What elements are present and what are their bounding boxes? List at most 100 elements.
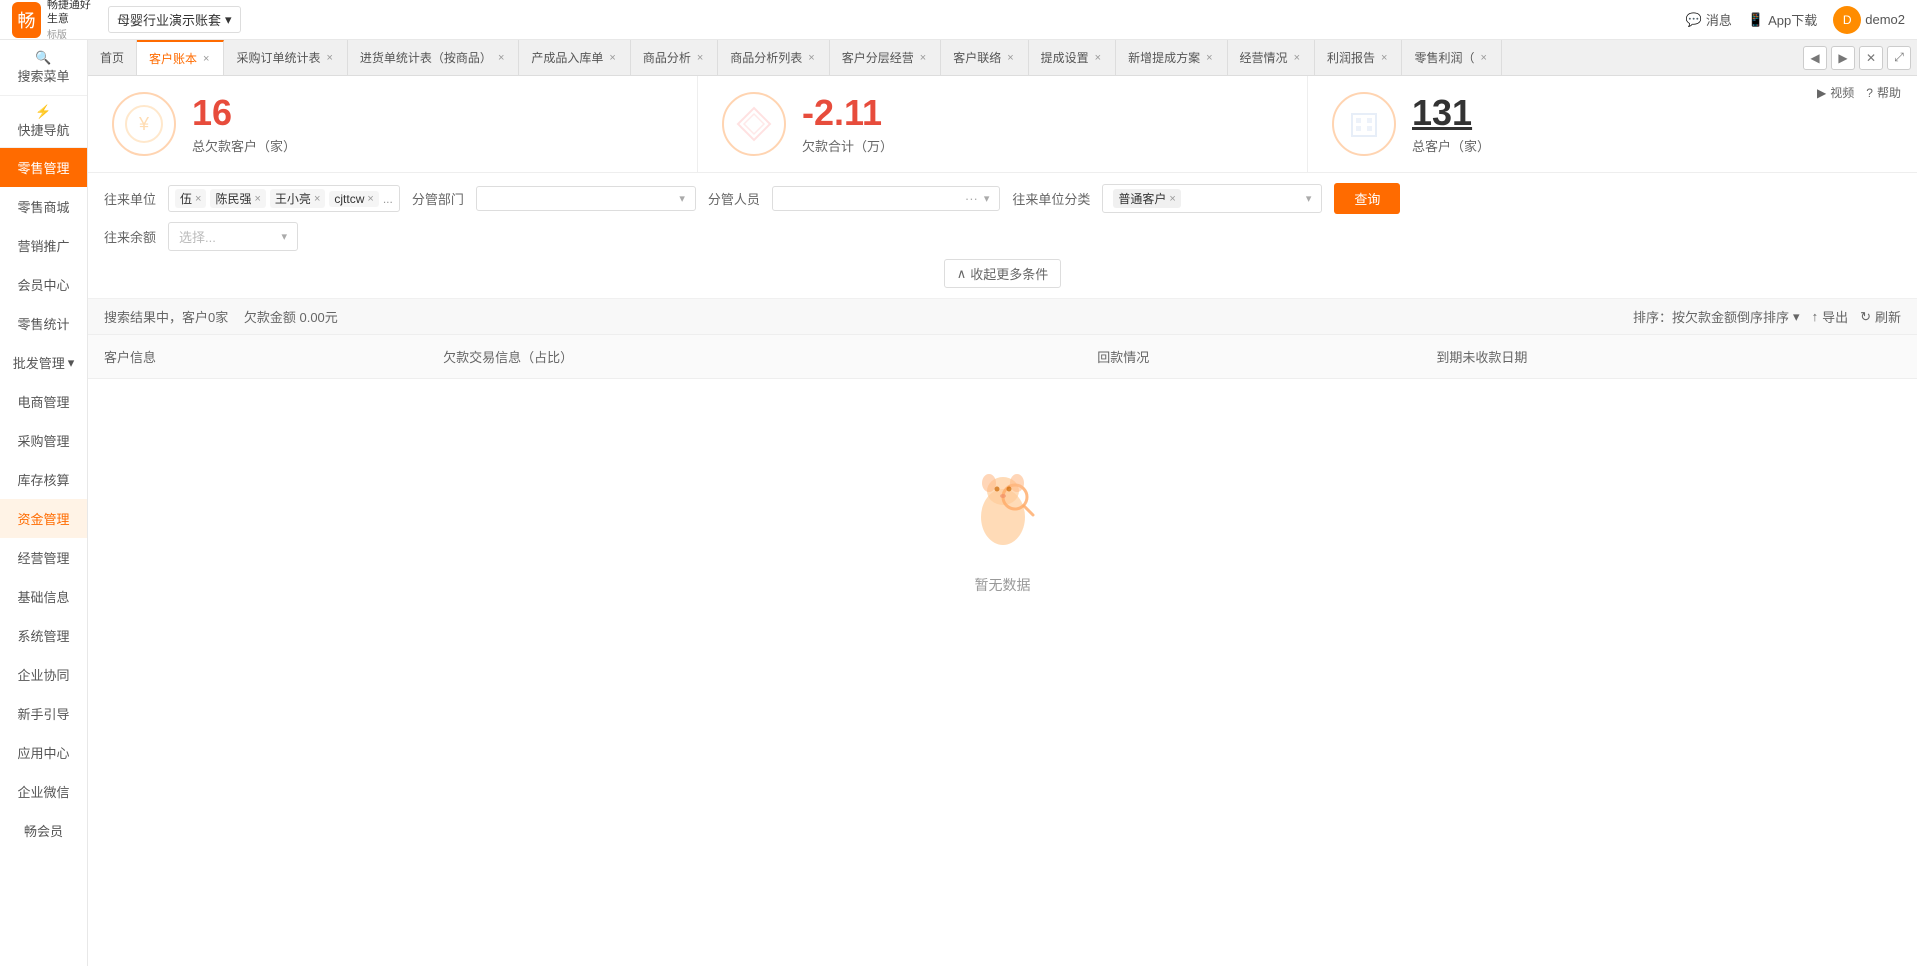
sidebar-item-ecommerce[interactable]: 电商管理 bbox=[0, 382, 87, 421]
filter-tag-normal-close[interactable]: × bbox=[1169, 193, 1175, 205]
sidebar-item-wholesale-mgmt[interactable]: 批发管理 ▾ bbox=[0, 343, 87, 382]
person-input[interactable] bbox=[783, 191, 959, 206]
sidebar-item-search-menu[interactable]: 🔍 搜索菜单 bbox=[0, 40, 87, 96]
tab-promo-settings[interactable]: 提成设置 × bbox=[1029, 40, 1116, 76]
tab-cost-entry[interactable]: 产成品入库单 × bbox=[519, 40, 630, 76]
tab-product-analysis-list-close[interactable]: × bbox=[806, 51, 816, 65]
tab-customer-contact-close[interactable]: × bbox=[1005, 51, 1015, 65]
sidebar-item-inventory[interactable]: 库存核算 bbox=[0, 460, 87, 499]
content-area: 首页 客户账本 × 采购订单统计表 × 进货单统计表（按商品） × 产成品入库单… bbox=[88, 40, 1917, 966]
tab-customer-contact[interactable]: 客户联络 × bbox=[941, 40, 1028, 76]
sidebar-item-enterprise-collab[interactable]: 企业协同 bbox=[0, 655, 87, 694]
filter-tag-chen[interactable]: 陈民强 × bbox=[210, 189, 265, 208]
tab-close-all-btn[interactable]: ✕ bbox=[1859, 46, 1883, 70]
amount-filter-select[interactable]: 选择... ▾ bbox=[168, 222, 298, 251]
query-button[interactable]: 查询 bbox=[1334, 183, 1400, 214]
user-menu[interactable]: D demo2 bbox=[1833, 6, 1905, 34]
tab-product-analysis-list[interactable]: 商品分析列表 × bbox=[718, 40, 829, 76]
tab-retail-profit-close[interactable]: × bbox=[1478, 51, 1488, 65]
tab-home[interactable]: 首页 bbox=[88, 40, 137, 76]
top-bar: 畅 畅捷通好生意 标版 母婴行业演示账套 ▾ 💬 消息 📱 App下载 bbox=[0, 0, 1917, 40]
sidebar-item-finance-mgmt[interactable]: 资金管理 bbox=[0, 499, 87, 538]
tab-customer-segment-close[interactable]: × bbox=[918, 51, 928, 65]
sidebar-item-vip-member[interactable]: 畅会员 bbox=[0, 811, 87, 850]
tab-prev-btn[interactable]: ◀ bbox=[1803, 46, 1827, 70]
logo-area: 畅 畅捷通好生意 标版 bbox=[12, 0, 100, 41]
tab-profit-report-close[interactable]: × bbox=[1379, 51, 1389, 65]
filter-tag-more[interactable]: ... bbox=[383, 192, 393, 206]
sidebar-item-retail-mgmt[interactable]: 零售管理 bbox=[0, 148, 87, 187]
tab-new-promo-close[interactable]: × bbox=[1204, 51, 1214, 65]
tab-purchase-orders-close[interactable]: × bbox=[324, 51, 334, 65]
result-info: 搜索结果中，客户0家 欠款金额 0.00元 bbox=[104, 307, 338, 326]
tab-new-promo[interactable]: 新增提成方案 × bbox=[1116, 40, 1227, 76]
tab-customer-segment[interactable]: 客户分层经营 × bbox=[830, 40, 941, 76]
username: demo2 bbox=[1865, 12, 1905, 27]
person-select[interactable]: ··· ▾ bbox=[772, 186, 1001, 211]
sidebar-item-retail-mall[interactable]: 零售商城 bbox=[0, 187, 87, 226]
finance-mgmt-label: 资金管理 bbox=[0, 509, 87, 528]
filter-tag-normal-customer[interactable]: 普通客户 × bbox=[1113, 189, 1180, 208]
dept-input[interactable] bbox=[487, 191, 673, 206]
messages-btn[interactable]: 💬 消息 bbox=[1686, 10, 1732, 29]
tab-product-analysis[interactable]: 商品分析 × bbox=[631, 40, 718, 76]
sidebar-item-purchase-mgmt[interactable]: 采购管理 bbox=[0, 421, 87, 460]
filter-tag-wang[interactable]: 王小亮 × bbox=[270, 189, 325, 208]
sidebar-item-app-center[interactable]: 应用中心 bbox=[0, 733, 87, 772]
tab-cost-entry-close[interactable]: × bbox=[607, 51, 617, 65]
export-btn[interactable]: ↑ 导出 bbox=[1812, 307, 1849, 326]
enterprise-wechat-label: 企业微信 bbox=[0, 782, 87, 801]
sidebar-item-basic-info[interactable]: 基础信息 bbox=[0, 577, 87, 616]
sidebar-item-retail-stats[interactable]: 零售统计 bbox=[0, 304, 87, 343]
filter-tag-wu-close[interactable]: × bbox=[195, 193, 201, 205]
sidebar-item-new-guide[interactable]: 新手引导 bbox=[0, 694, 87, 733]
tab-purchase-stats[interactable]: 进货单统计表（按商品） × bbox=[348, 40, 519, 76]
tab-next-btn[interactable]: ▶ bbox=[1831, 46, 1855, 70]
empty-icon bbox=[953, 459, 1053, 559]
sidebar-item-marketing[interactable]: 营销推广 bbox=[0, 226, 87, 265]
tab-accounts[interactable]: 客户账本 × bbox=[137, 40, 224, 76]
sidebar-item-member-center[interactable]: 会员中心 bbox=[0, 265, 87, 304]
tab-retail-profit[interactable]: 零售利润（ × bbox=[1402, 40, 1501, 76]
tab-product-analysis-close[interactable]: × bbox=[695, 51, 705, 65]
filter-tag-chen-close[interactable]: × bbox=[254, 193, 260, 205]
col-debt-info: 欠款交易信息（占比） bbox=[427, 335, 1081, 379]
person-dropdown-arrow: ▾ bbox=[984, 192, 990, 205]
total-icon bbox=[1332, 92, 1396, 156]
collapse-button[interactable]: ∧ 收起更多条件 bbox=[944, 259, 1062, 288]
sort-arrow-icon: ▾ bbox=[1793, 309, 1800, 325]
filter-tag-wang-close[interactable]: × bbox=[314, 193, 320, 205]
tab-operations-label: 经营情况 bbox=[1240, 49, 1288, 66]
unit-tag-group[interactable]: 伍 × 陈民强 × 王小亮 × bbox=[168, 185, 400, 212]
sidebar-item-operations-mgmt[interactable]: 经营管理 bbox=[0, 538, 87, 577]
tab-accounts-close[interactable]: × bbox=[201, 52, 211, 66]
tab-operations[interactable]: 经营情况 × bbox=[1228, 40, 1315, 76]
top-bar-right: 💬 消息 📱 App下载 D demo2 bbox=[1686, 6, 1905, 34]
tab-maximize-btn[interactable]: ⤢ bbox=[1887, 46, 1911, 70]
video-btn[interactable]: ▶ 视频 bbox=[1817, 84, 1854, 101]
sort-selector[interactable]: 排序：按欠款金额倒序排序 ▾ bbox=[1633, 307, 1800, 326]
person-more-label: ··· bbox=[965, 191, 978, 206]
unit-type-label: 往来单位分类 bbox=[1012, 189, 1090, 208]
sidebar-item-system-mgmt[interactable]: 系统管理 bbox=[0, 616, 87, 655]
filter-tag-wu[interactable]: 伍 × bbox=[175, 189, 206, 208]
sidebar-item-enterprise-wechat[interactable]: 企业微信 bbox=[0, 772, 87, 811]
tab-operations-close[interactable]: × bbox=[1292, 51, 1302, 65]
refresh-btn[interactable]: ↻ 刷新 bbox=[1860, 307, 1901, 326]
app-download-btn[interactable]: 📱 App下载 bbox=[1748, 10, 1817, 29]
enterprise-collab-label: 企业协同 bbox=[0, 665, 87, 684]
tab-profit-report-label: 利润报告 bbox=[1327, 49, 1375, 66]
tab-purchase-orders[interactable]: 采购订单统计表 × bbox=[224, 40, 347, 76]
company-selector[interactable]: 母婴行业演示账套 ▾ bbox=[108, 6, 241, 33]
tab-accounts-label: 客户账本 bbox=[149, 50, 197, 67]
unit-type-select[interactable]: 普通客户 × ▾ bbox=[1102, 184, 1322, 213]
tab-promo-settings-close[interactable]: × bbox=[1093, 51, 1103, 65]
help-btn[interactable]: ? 帮助 bbox=[1866, 84, 1901, 101]
sidebar-item-quick-nav[interactable]: ⚡ 快捷导航 bbox=[0, 96, 87, 148]
amount-filter-label: 往来余额 bbox=[104, 227, 156, 246]
filter-tag-cjttcw-close[interactable]: × bbox=[367, 193, 373, 205]
dept-select[interactable]: ▾ bbox=[476, 186, 696, 211]
tab-purchase-stats-close[interactable]: × bbox=[496, 51, 506, 65]
tab-profit-report[interactable]: 利润报告 × bbox=[1315, 40, 1402, 76]
filter-tag-cjttcw[interactable]: cjttcw × bbox=[329, 191, 378, 207]
